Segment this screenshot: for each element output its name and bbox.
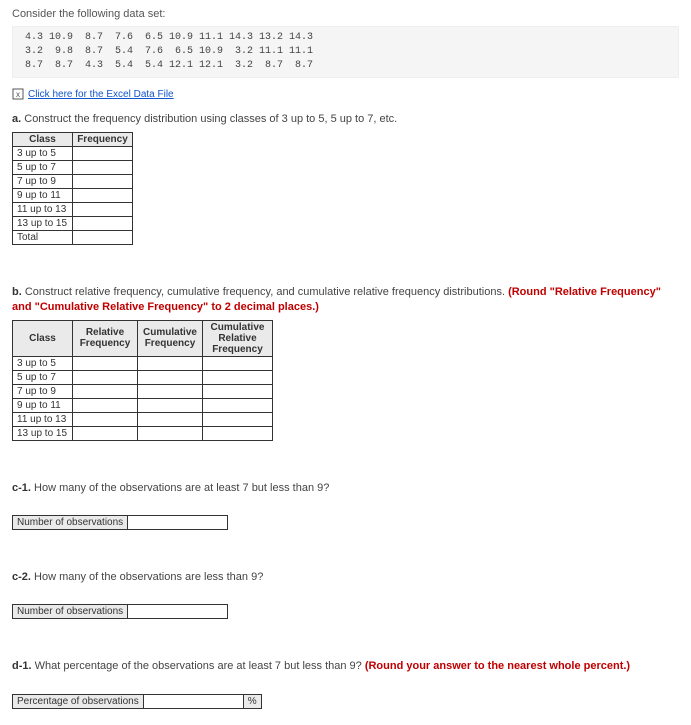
part-c2-text: How many of the observations are less th… [31, 571, 263, 583]
relfreq-input[interactable] [73, 398, 138, 412]
c2-label: Number of observations [13, 605, 128, 619]
data-row: 8.7 8.7 4.3 5.4 5.4 12.1 12.1 3.2 8.7 8.… [19, 60, 313, 71]
part-b: b. Construct relative frequency, cumulat… [12, 285, 679, 441]
class-cell: 9 up to 11 [13, 398, 73, 412]
cumrelfreq-input[interactable] [203, 370, 273, 384]
class-cell: 7 up to 9 [13, 384, 73, 398]
class-cell: 13 up to 15 [13, 426, 73, 440]
data-set-block: 4.3 10.9 8.7 7.6 6.5 10.9 11.1 14.3 13.2… [12, 26, 679, 78]
table-row: 9 up to 11 [13, 398, 273, 412]
cumfreq-input[interactable] [138, 398, 203, 412]
excel-icon: x [12, 88, 24, 100]
part-a-text: Construct the frequency distribution usi… [21, 113, 397, 125]
cumfreq-input[interactable] [138, 384, 203, 398]
freq-input[interactable] [73, 189, 133, 203]
cumrelfreq-input[interactable] [203, 398, 273, 412]
cumrelfreq-input[interactable] [203, 356, 273, 370]
class-cell: 11 up to 13 [13, 203, 73, 217]
header-cumfreq: Cumulative Frequency [138, 320, 203, 356]
class-cell: 5 up to 7 [13, 161, 73, 175]
header-relfreq: Relative Frequency [73, 320, 138, 356]
class-cell: 7 up to 9 [13, 175, 73, 189]
part-d1-question: d-1. What percentage of the observations… [12, 659, 679, 673]
intro-text: Consider the following data set: [12, 8, 679, 20]
part-d1-prefix: d-1. [12, 660, 32, 672]
part-b-question: b. Construct relative frequency, cumulat… [12, 285, 679, 314]
table-row: 13 up to 15 [13, 426, 273, 440]
class-cell: 11 up to 13 [13, 412, 73, 426]
d1-unit: % [243, 694, 261, 708]
table-row: 11 up to 13 [13, 203, 133, 217]
class-cell: Total [13, 231, 73, 245]
part-d1-hint: (Round your answer to the nearest whole … [365, 660, 630, 672]
part-c2-prefix: c-2. [12, 571, 31, 583]
part-c1-prefix: c-1. [12, 482, 31, 494]
d1-answer-table: Percentage of observations % [12, 694, 262, 709]
c2-answer-table: Number of observations [12, 604, 228, 619]
c1-label: Number of observations [13, 516, 128, 530]
table-row: 3 up to 5 [13, 356, 273, 370]
rel-freq-table: Class Relative Frequency Cumulative Freq… [12, 320, 273, 441]
data-row: 3.2 9.8 8.7 5.4 7.6 6.5 10.9 3.2 11.1 11… [19, 46, 313, 57]
cumrelfreq-input[interactable] [203, 384, 273, 398]
relfreq-input[interactable] [73, 370, 138, 384]
table-row: 5 up to 7 [13, 370, 273, 384]
relfreq-input[interactable] [73, 412, 138, 426]
class-cell: 9 up to 11 [13, 189, 73, 203]
freq-input[interactable] [73, 161, 133, 175]
freq-input[interactable] [73, 147, 133, 161]
table-row: 7 up to 9 [13, 175, 133, 189]
cumfreq-input[interactable] [138, 356, 203, 370]
c2-input[interactable] [128, 605, 228, 619]
c1-input[interactable] [128, 516, 228, 530]
d1-input[interactable] [143, 694, 243, 708]
part-d1: d-1. What percentage of the observations… [12, 659, 679, 708]
freq-table: Class Frequency 3 up to 5 5 up to 7 7 up… [12, 132, 133, 245]
table-row: 11 up to 13 [13, 412, 273, 426]
part-b-text: Construct relative frequency, cumulative… [22, 286, 508, 298]
svg-text:x: x [16, 90, 20, 99]
table-row: 7 up to 9 [13, 384, 273, 398]
cumfreq-input[interactable] [138, 370, 203, 384]
class-cell: 5 up to 7 [13, 370, 73, 384]
part-c2-question: c-2. How many of the observations are le… [12, 570, 679, 584]
class-cell: 3 up to 5 [13, 356, 73, 370]
part-a-question: a. Construct the frequency distribution … [12, 112, 679, 126]
table-row: 13 up to 15 [13, 217, 133, 231]
freq-input[interactable] [73, 231, 133, 245]
class-cell: 3 up to 5 [13, 147, 73, 161]
table-row: Total [13, 231, 133, 245]
part-c1-text: How many of the observations are at leas… [31, 482, 329, 494]
table-row: 9 up to 11 [13, 189, 133, 203]
header-class: Class [13, 133, 73, 147]
part-c2: c-2. How many of the observations are le… [12, 570, 679, 619]
excel-link-row: x Click here for the Excel Data File [12, 88, 679, 100]
relfreq-input[interactable] [73, 426, 138, 440]
part-a: a. Construct the frequency distribution … [12, 112, 679, 245]
c1-answer-table: Number of observations [12, 515, 228, 530]
excel-file-link[interactable]: Click here for the Excel Data File [28, 89, 174, 100]
cumrelfreq-input[interactable] [203, 412, 273, 426]
relfreq-input[interactable] [73, 384, 138, 398]
header-class: Class [13, 320, 73, 356]
part-b-prefix: b. [12, 286, 22, 298]
part-d1-text: What percentage of the observations are … [32, 660, 365, 672]
part-a-prefix: a. [12, 113, 21, 125]
freq-input[interactable] [73, 175, 133, 189]
cumrelfreq-input[interactable] [203, 426, 273, 440]
cumfreq-input[interactable] [138, 426, 203, 440]
header-cumrelfreq: Cumulative Relative Frequency [203, 320, 273, 356]
part-c1: c-1. How many of the observations are at… [12, 481, 679, 530]
table-row: 3 up to 5 [13, 147, 133, 161]
freq-input[interactable] [73, 217, 133, 231]
cumfreq-input[interactable] [138, 412, 203, 426]
d1-label: Percentage of observations [13, 694, 144, 708]
part-c1-question: c-1. How many of the observations are at… [12, 481, 679, 495]
freq-input[interactable] [73, 203, 133, 217]
class-cell: 13 up to 15 [13, 217, 73, 231]
relfreq-input[interactable] [73, 356, 138, 370]
data-row: 4.3 10.9 8.7 7.6 6.5 10.9 11.1 14.3 13.2… [19, 32, 313, 43]
table-row: 5 up to 7 [13, 161, 133, 175]
header-frequency: Frequency [73, 133, 133, 147]
